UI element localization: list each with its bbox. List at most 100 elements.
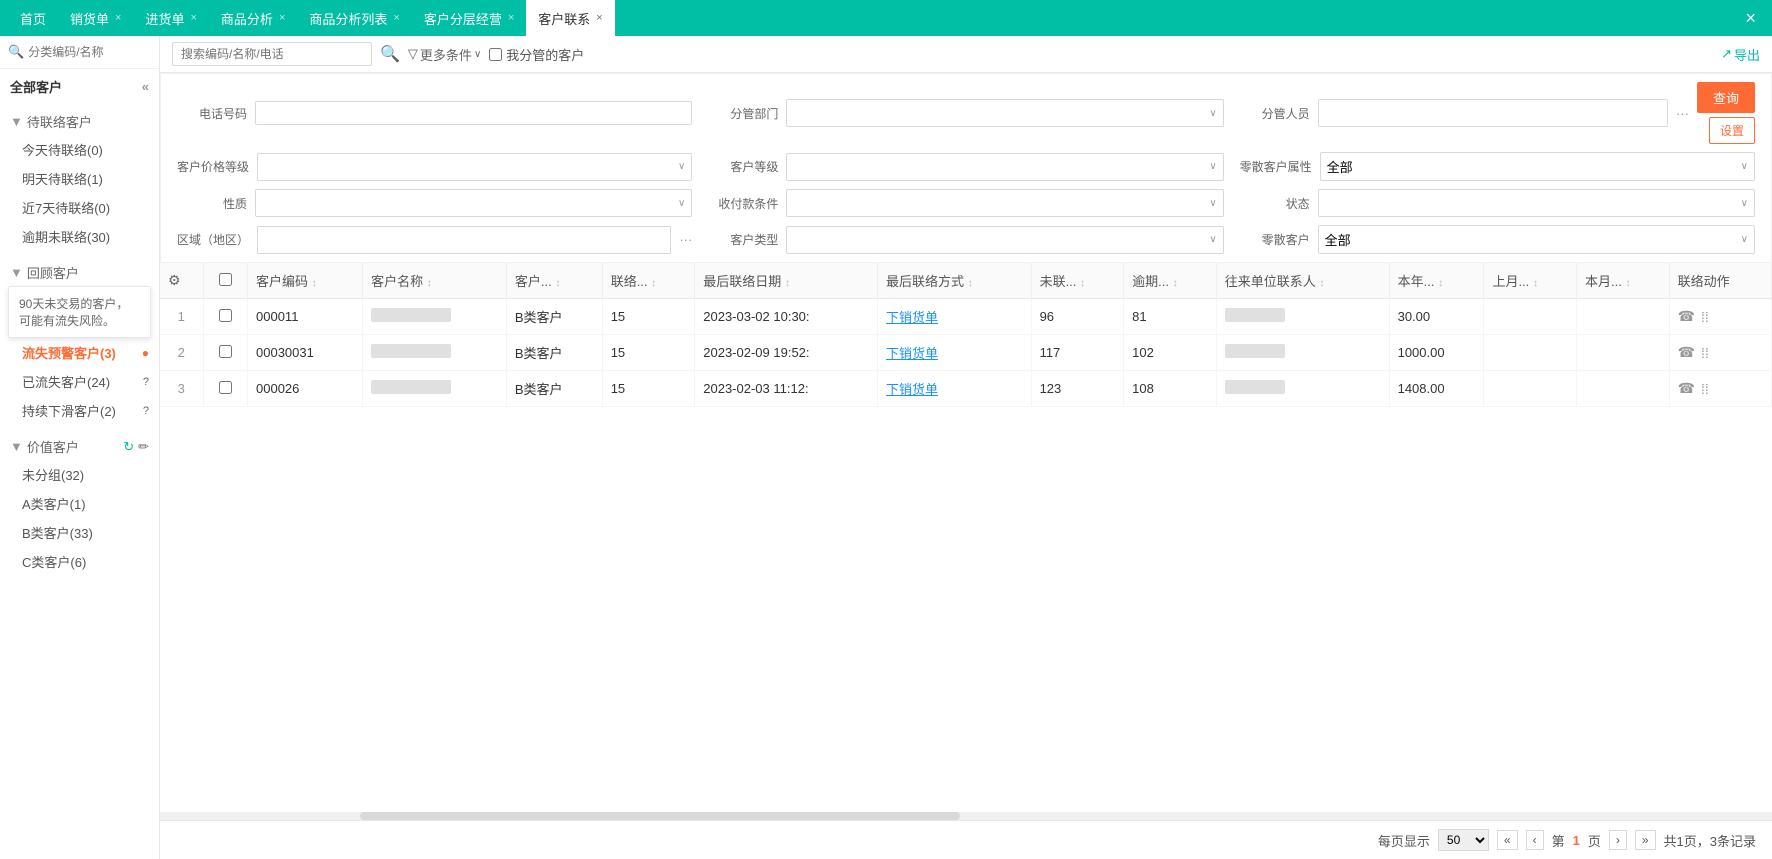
method-link-3[interactable]: 下销货单 xyxy=(886,382,938,397)
contact-icon-2[interactable]: ☎ xyxy=(1678,344,1695,361)
contact-icon-1[interactable]: ☎ xyxy=(1678,308,1695,325)
prev-page-button[interactable]: ‹ xyxy=(1526,830,1544,850)
th-last-method[interactable]: 最后联络方式 ↕ xyxy=(877,263,1031,299)
dept-select[interactable]: ∨ xyxy=(786,99,1223,127)
my-customers-checkbox[interactable]: 我分管的客户 xyxy=(489,45,584,64)
method-link-1[interactable]: 下销货单 xyxy=(886,310,938,325)
retail-select[interactable]: 全部 ∨ xyxy=(1318,225,1755,254)
th-last-date[interactable]: 最后联络日期 ↕ xyxy=(695,263,878,299)
sidebar-item-churned[interactable]: 已流失客户(24) ? xyxy=(0,367,159,396)
row-checkbox-2[interactable] xyxy=(219,345,232,358)
sidebar-search-input[interactable] xyxy=(28,45,151,59)
edit-icon[interactable]: ✏ xyxy=(138,439,149,455)
customer-type-select[interactable]: ∨ xyxy=(786,226,1223,254)
tab-purchase[interactable]: 进货单 × xyxy=(133,0,208,36)
sidebar-item-a-customers[interactable]: A类客户(1) xyxy=(0,489,159,518)
close-purchase-tab[interactable]: × xyxy=(190,12,196,24)
export-button[interactable]: ↗ 导出 xyxy=(1721,45,1760,64)
sidebar-item-overdue-contact[interactable]: 逾期未联络(30) xyxy=(0,222,159,251)
tab-product-analysis[interactable]: 商品分析 × xyxy=(209,0,297,36)
td-actions-3: ☎ ⁞⁞ xyxy=(1669,371,1771,407)
tab-customer-contact[interactable]: 客户联系 × xyxy=(526,0,614,36)
td-tmonth-1 xyxy=(1577,299,1670,335)
group-value-title[interactable]: ▼ 价值客户 ↻ ✏ xyxy=(0,433,159,460)
th-code[interactable]: 客户编码 ↕ xyxy=(248,263,363,299)
tab-sales[interactable]: 销货单 × xyxy=(58,0,133,36)
region-select[interactable] xyxy=(257,226,671,254)
select-all-checkbox[interactable] xyxy=(219,273,232,286)
th-this-year[interactable]: 本年... ↕ xyxy=(1389,263,1484,299)
chevron-down-status: ∨ xyxy=(1741,198,1748,209)
tab-home[interactable]: 首页 xyxy=(8,0,58,36)
group-pending-contact-title[interactable]: ▼ 待联络客户 xyxy=(0,108,159,135)
contact-icon-3[interactable]: ☎ xyxy=(1678,380,1695,397)
sidebar-collapse-button[interactable]: « xyxy=(142,79,149,94)
sidebar-item-7day-contact[interactable]: 近7天待联络(0) xyxy=(0,193,159,222)
more-icon-2[interactable]: ⁞⁞ xyxy=(1701,345,1709,361)
th-name[interactable]: 客户名称 ↕ xyxy=(363,263,507,299)
sidebar-item-tomorrow-contact[interactable]: 明天待联络(1) xyxy=(0,164,159,193)
my-customers-checkbox-input[interactable] xyxy=(489,48,502,61)
table-header-row: ⚙ 客户编码 ↕ 客户名称 ↕ xyxy=(160,263,1772,299)
nature-select[interactable]: ∨ xyxy=(255,189,692,217)
blurred-unit-1 xyxy=(1225,308,1285,322)
price-level-select[interactable]: ∨ xyxy=(257,153,692,181)
payment-select[interactable]: ∨ xyxy=(786,189,1223,217)
person-more-btn[interactable]: ··· xyxy=(1676,106,1689,121)
close-product-list-tab[interactable]: × xyxy=(393,12,399,24)
first-page-button[interactable]: « xyxy=(1497,830,1518,850)
close-sales-tab[interactable]: × xyxy=(115,12,121,24)
close-customer-contact-tab[interactable]: × xyxy=(596,12,602,24)
level-select[interactable]: ∨ xyxy=(786,153,1223,181)
phone-input[interactable] xyxy=(255,101,692,125)
th-this-month[interactable]: 本月... ↕ xyxy=(1577,263,1670,299)
sidebar-item-declining[interactable]: 持续下滑客户(2) ? xyxy=(0,396,159,425)
question-icon: ? xyxy=(143,376,149,388)
question-icon-2: ? xyxy=(143,405,149,417)
filter-search-button[interactable]: 🔍 xyxy=(380,44,400,64)
th-unlinked-days[interactable]: 未联... ↕ xyxy=(1031,263,1124,299)
row-checkbox-3[interactable] xyxy=(219,381,232,394)
tab-product-list[interactable]: 商品分析列表 × xyxy=(297,0,411,36)
sort-arrow-tmonth: ↕ xyxy=(1625,278,1630,289)
sidebar-item-churn-warning[interactable]: 流失预警客户(3) ● xyxy=(0,338,159,367)
more-conditions-button[interactable]: ▽ 更多条件 ∨ xyxy=(408,45,481,64)
sidebar-item-b-customers[interactable]: B类客户(33) xyxy=(0,518,159,547)
refresh-icon[interactable]: ↻ xyxy=(123,439,134,455)
last-page-button[interactable]: » xyxy=(1635,830,1656,850)
sidebar-item-c-customers[interactable]: C类客户(6) xyxy=(0,547,159,576)
window-close-button[interactable]: × xyxy=(1737,8,1764,29)
th-checkbox xyxy=(203,263,247,299)
sidebar-item-today-contact[interactable]: 今天待联络(0) xyxy=(0,135,159,164)
more-icon-3[interactable]: ⁞⁞ xyxy=(1701,381,1709,397)
tab-customer-tier[interactable]: 客户分层经营 × xyxy=(412,0,526,36)
th-customer-type[interactable]: 客户... ↕ xyxy=(506,263,602,299)
group-review-title[interactable]: ▼ 回顾客户 xyxy=(0,259,159,286)
sort-arrow-contact: ↕ xyxy=(651,278,656,289)
table-settings-icon[interactable]: ⚙ xyxy=(168,272,181,288)
th-last-month[interactable]: 上月... ↕ xyxy=(1484,263,1577,299)
person-select[interactable] xyxy=(1318,99,1668,127)
churn-tooltip: 90天未交易的客户，可能有流失风险。 xyxy=(8,286,151,338)
retail-attr-select[interactable]: 全部 ∨ xyxy=(1320,152,1755,181)
more-icon-1[interactable]: ⁞⁞ xyxy=(1701,309,1709,325)
th-unit-contact[interactable]: 往来单位联系人 ↕ xyxy=(1216,263,1389,299)
next-page-button[interactable]: › xyxy=(1609,830,1627,850)
region-more-btn[interactable]: ··· xyxy=(679,232,692,247)
row-checkbox-1[interactable] xyxy=(219,309,232,322)
method-link-2[interactable]: 下销货单 xyxy=(886,346,938,361)
query-button[interactable]: 查询 xyxy=(1697,82,1755,113)
th-contact-count[interactable]: 联络... ↕ xyxy=(602,263,695,299)
status-select[interactable]: ∨ xyxy=(1318,189,1755,217)
close-customer-tier-tab[interactable]: × xyxy=(508,12,514,24)
close-product-analysis-tab[interactable]: × xyxy=(279,12,285,24)
per-page-select[interactable]: 50 20 100 xyxy=(1438,829,1489,851)
settings-button[interactable]: 设置 xyxy=(1709,117,1755,144)
sidebar-item-unclassified[interactable]: 未分组(32) xyxy=(0,460,159,489)
person-label: 分管人员 xyxy=(1240,105,1310,122)
scrollbar-thumb[interactable] xyxy=(360,812,960,820)
filter-search-input[interactable] xyxy=(172,42,372,66)
th-overdue[interactable]: 逾期... ↕ xyxy=(1124,263,1217,299)
horizontal-scrollbar[interactable] xyxy=(160,812,1772,820)
td-date-3: 2023-02-03 11:12: xyxy=(695,371,878,407)
